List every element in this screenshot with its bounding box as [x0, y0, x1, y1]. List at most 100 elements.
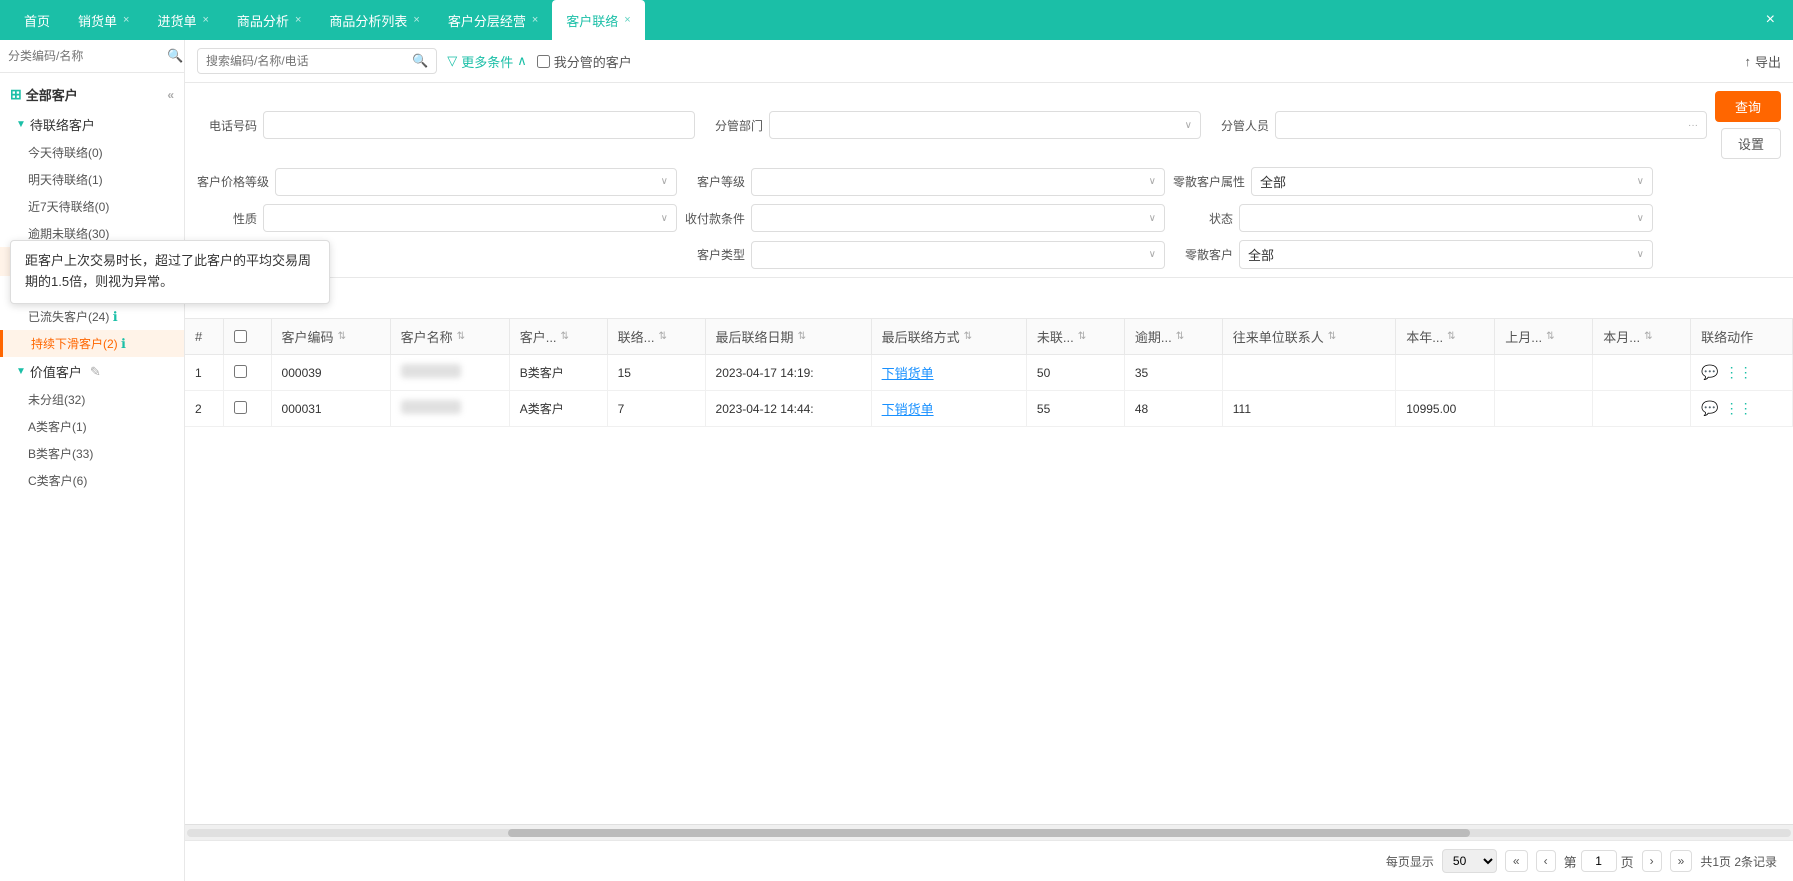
nav-customer-segment[interactable]: 客户分层经营 ×: [434, 0, 552, 40]
sidebar-item-a-class[interactable]: A类客户(1): [0, 413, 184, 440]
col-contact-person: 往来单位联系人⇅: [1222, 319, 1395, 355]
row-checkbox[interactable]: [234, 365, 247, 378]
sidebar-search-area: 🔍: [0, 40, 184, 73]
col-code: 客户编码⇅: [271, 319, 390, 355]
horizontal-scrollbar[interactable]: [185, 824, 1793, 840]
action-icons-row1: 💬 ⋮⋮: [1701, 364, 1782, 381]
cell-name: [390, 391, 509, 427]
collapse-icon[interactable]: «: [167, 88, 174, 102]
retail-customer-select[interactable]: 全部 ∨: [1239, 240, 1653, 269]
sidebar-section-value[interactable]: ▼ 价值客户 ✎: [0, 357, 184, 386]
more-action-icon[interactable]: ⋮⋮: [1725, 400, 1753, 417]
customer-level-select[interactable]: ∨: [751, 168, 1165, 196]
content-area: 🔍 ▽ 更多条件 ∧ 我分管的客户 ↑ 导出 电话号码: [185, 40, 1793, 881]
page-number-input[interactable]: [1581, 850, 1617, 872]
sidebar-search-icon[interactable]: 🔍: [167, 48, 183, 64]
filter-retail-attr: 零散客户属性 全部 ∨: [1173, 167, 1653, 196]
sidebar-item-tomorrow[interactable]: 明天待联络(1): [0, 166, 184, 193]
grid-icon: ⊞: [10, 86, 22, 103]
more-conditions-button[interactable]: ▽ 更多条件 ∧: [447, 52, 527, 71]
chevron-down-icon: ∨: [661, 213, 668, 224]
contact-action-icon[interactable]: 💬: [1701, 364, 1718, 381]
sidebar-all-customers[interactable]: ⊞ 全部客户 «: [0, 79, 184, 110]
customer-type-select[interactable]: ∨: [751, 241, 1165, 269]
pagination-bar: 每页显示 50 20 100 « ‹ 第 页 › » 共1页 2条记录: [185, 840, 1793, 881]
last-method-link[interactable]: 下销货单: [882, 366, 934, 381]
window-close-button[interactable]: ×: [1758, 11, 1783, 29]
nav-close-icon[interactable]: ×: [413, 14, 419, 26]
cell-index: 1: [185, 355, 224, 391]
table-wrapper[interactable]: # 客户编码⇅ 客户名称⇅ 客户...⇅ 联络...⇅ 最后联络日期⇅ 最后联络…: [185, 319, 1793, 824]
sidebar-item-7days[interactable]: 近7天待联络(0): [0, 193, 184, 220]
nav-close-active-icon[interactable]: ×: [624, 14, 630, 26]
next-page-button[interactable]: ›: [1642, 850, 1662, 872]
sidebar-section-pending[interactable]: ▼ 待联络客户: [0, 110, 184, 139]
dept-select[interactable]: ∨: [769, 111, 1201, 139]
nav-customer-contact[interactable]: 客户联络 ×: [552, 0, 644, 40]
cell-last-method: 下销货单: [871, 355, 1026, 391]
query-button[interactable]: 查询: [1715, 91, 1781, 122]
sidebar-item-declining[interactable]: 持续下滑客户(2) ℹ: [0, 330, 184, 357]
select-all-checkbox[interactable]: [234, 330, 247, 343]
last-method-link[interactable]: 下销货单: [882, 402, 934, 417]
nav-close-icon[interactable]: ×: [202, 14, 208, 26]
table-row: 2 000031 A类客户 7 2023-04-12 14:44: 下销货单 5…: [185, 391, 1793, 427]
sidebar-search-input[interactable]: [8, 49, 163, 63]
sidebar-item-c-class[interactable]: C类客户(6): [0, 467, 184, 494]
nav-purchase-order[interactable]: 进货单 ×: [143, 0, 222, 40]
sort-icon: ⇅: [1546, 331, 1554, 342]
sidebar-item-ungrouped[interactable]: 未分组(32): [0, 386, 184, 413]
search-submit-icon[interactable]: 🔍: [412, 53, 428, 69]
filter-bar: 🔍 ▽ 更多条件 ∧ 我分管的客户 ↑ 导出: [185, 40, 1793, 83]
chevron-down-icon: ∨: [1185, 120, 1192, 131]
my-customers-filter[interactable]: 我分管的客户: [537, 52, 632, 71]
sidebar-item-b-class[interactable]: B类客户(33): [0, 440, 184, 467]
price-level-select[interactable]: ∨: [275, 168, 677, 196]
last-page-button[interactable]: »: [1670, 850, 1693, 872]
nav-product-analysis-list[interactable]: 商品分析列表 ×: [315, 0, 433, 40]
payment-select[interactable]: ∨: [751, 204, 1165, 232]
cell-overdue: 48: [1124, 391, 1222, 427]
sort-icon: ⇅: [798, 331, 806, 342]
export-button[interactable]: ↑ 导出: [1744, 52, 1781, 71]
phone-label: 电话号码: [197, 117, 257, 134]
filter-row-1: 电话号码 分管部门 ∨ 分管人员 ···: [197, 91, 1781, 159]
customer-level-label: 客户等级: [685, 173, 745, 190]
nav-close-icon[interactable]: ×: [532, 14, 538, 26]
status-select[interactable]: ∨: [1239, 204, 1653, 232]
cell-actions: 💬 ⋮⋮: [1691, 391, 1793, 427]
nav-close-icon[interactable]: ×: [295, 14, 301, 26]
nav-product-analysis[interactable]: 商品分析 ×: [223, 0, 315, 40]
filter-dept: 分管部门 ∨: [703, 111, 1201, 139]
cell-actions: 💬 ⋮⋮: [1691, 355, 1793, 391]
more-action-icon[interactable]: ⋮⋮: [1725, 364, 1753, 381]
scrollbar-thumb[interactable]: [508, 829, 1470, 837]
sidebar-item-lost[interactable]: 已流失客户(24) ℹ: [0, 303, 184, 330]
phone-input[interactable]: [263, 111, 695, 139]
retail-attr-select[interactable]: 全部 ∨: [1251, 167, 1653, 196]
nav-sales-order[interactable]: 销货单 ×: [64, 0, 143, 40]
search-input[interactable]: [206, 54, 406, 68]
retail-attr-label: 零散客户属性: [1173, 173, 1245, 190]
filter-payment: 收付款条件 ∨: [685, 204, 1165, 232]
cell-index: 2: [185, 391, 224, 427]
nav-home[interactable]: 首页: [10, 0, 64, 40]
row-checkbox[interactable]: [234, 401, 247, 414]
my-customers-checkbox[interactable]: [537, 55, 550, 68]
cell-contact-count: 15: [607, 355, 705, 391]
nature-select[interactable]: ∨: [263, 204, 677, 232]
col-last-method: 最后联络方式⇅: [871, 319, 1026, 355]
filter-row-2: 客户价格等级 ∨ 客户等级 ∨ 零散客户属性 全部: [197, 167, 1781, 196]
settings-button[interactable]: 设置: [1721, 128, 1781, 159]
sidebar-item-today[interactable]: 今天待联络(0): [0, 139, 184, 166]
contact-action-icon[interactable]: 💬: [1701, 400, 1718, 417]
action-icons-row2: 💬 ⋮⋮: [1701, 400, 1782, 417]
nav-close-icon[interactable]: ×: [123, 14, 129, 26]
edit-icon[interactable]: ✎: [90, 364, 101, 380]
prev-page-button[interactable]: ‹: [1536, 850, 1556, 872]
payment-label: 收付款条件: [685, 210, 745, 227]
per-page-select[interactable]: 50 20 100: [1442, 849, 1497, 873]
cell-last-date: 2023-04-12 14:44:: [705, 391, 871, 427]
person-select[interactable]: ···: [1275, 111, 1707, 139]
first-page-button[interactable]: «: [1505, 850, 1528, 872]
